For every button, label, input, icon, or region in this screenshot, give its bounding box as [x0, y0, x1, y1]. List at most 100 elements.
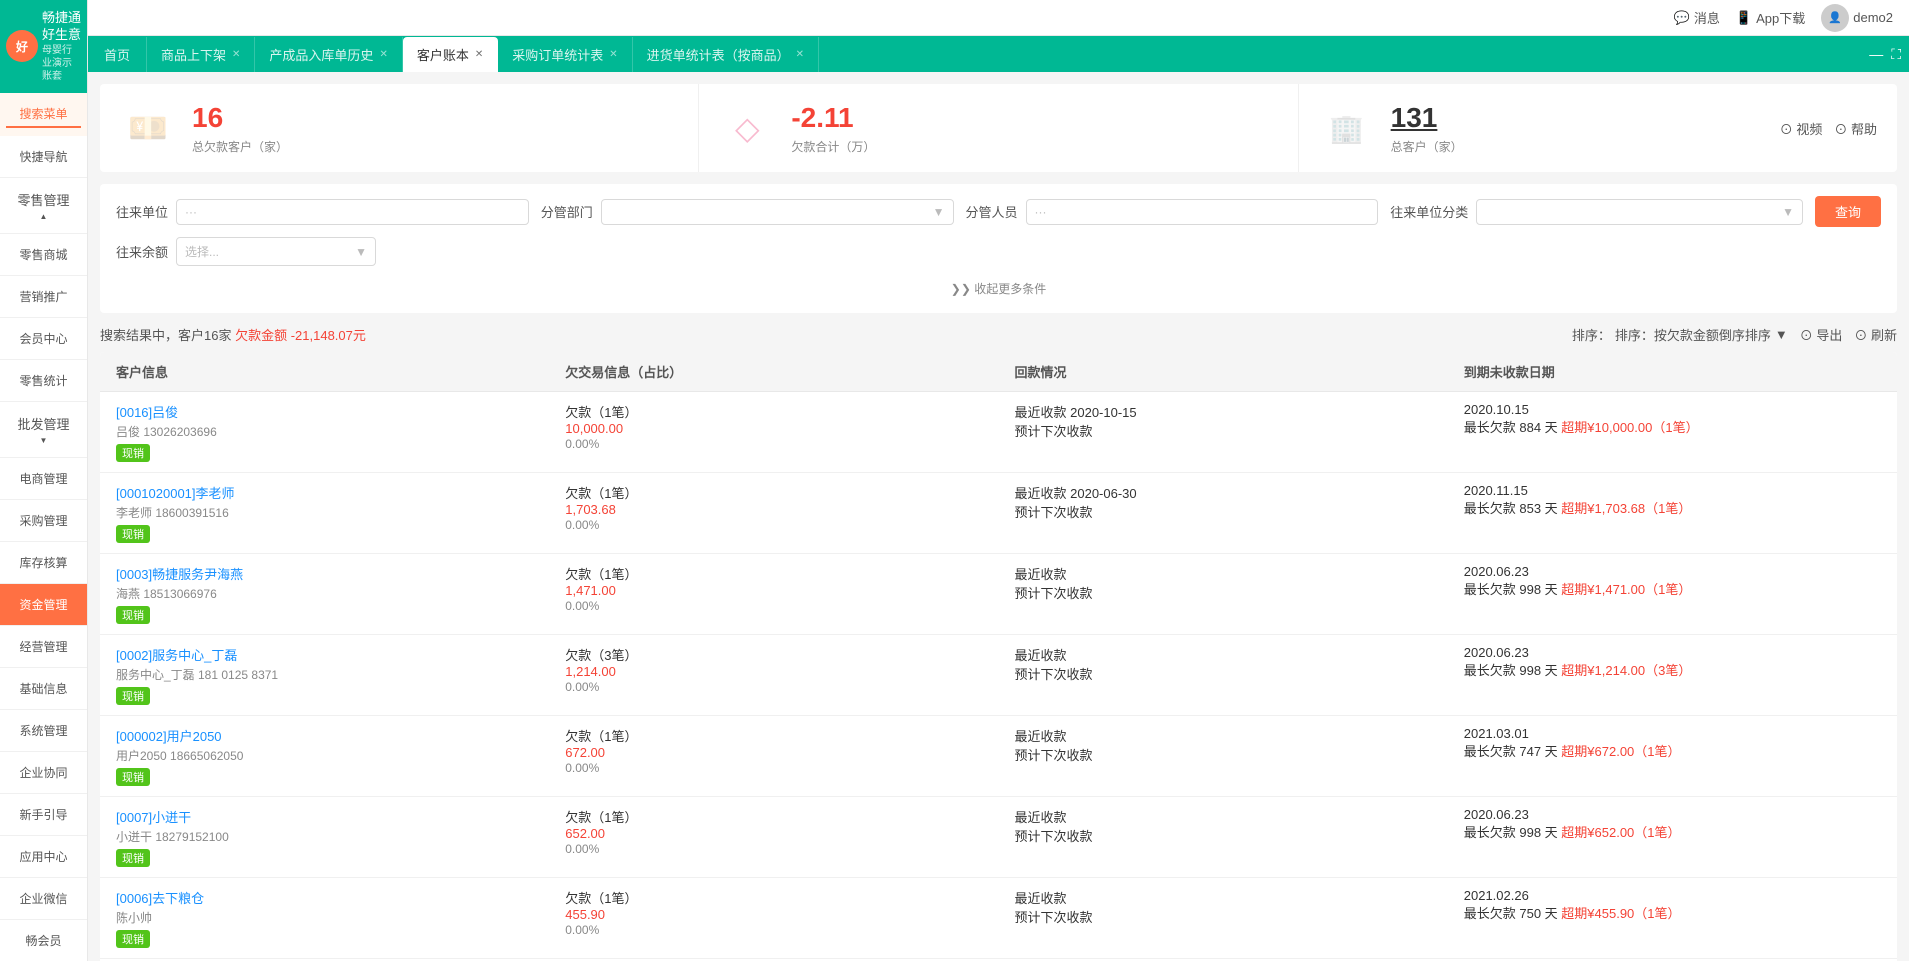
- stats-row: 💴 16 总欠款客户（家） ◇ -2.11 欠款合计（万） 🏢 131 总客户（…: [100, 84, 1897, 172]
- tab-purchase-order[interactable]: 采购订单统计表 ✕: [498, 37, 632, 72]
- logo-text: 畅捷通好生意 母婴行业演示账套: [42, 10, 81, 83]
- sidebar-item-member[interactable]: 会员中心: [0, 318, 87, 360]
- sidebar-item-retail-mgmt[interactable]: 零售管理▲: [0, 178, 87, 234]
- maximize-icon[interactable]: ⛶: [1891, 46, 1901, 63]
- tag-present: 现销: [116, 768, 150, 786]
- sidebar-search[interactable]: 搜索菜单: [0, 93, 87, 136]
- sidebar-item-app-center[interactable]: 应用中心: [0, 836, 87, 878]
- sidebar-item-purchase[interactable]: 采购管理: [0, 500, 87, 542]
- sort-select[interactable]: 排序：排序：按欠款金额倒序排序 ▼: [1572, 325, 1788, 344]
- filter-supplier: 往来单位 ···: [116, 199, 529, 225]
- tab-inventory-stats[interactable]: 进货单统计表（按商品） ✕: [633, 37, 819, 72]
- customer-info-cell: [0001020001]李老师 李老师 18600391516 现销: [100, 473, 549, 553]
- data-table: 客户信息 欠交易信息（占比） 回款情况 到期未收款日期 [0016]吕俊 吕俊 …: [100, 352, 1897, 961]
- stat-total-customers: 🏢 131 总客户（家） ⊙ 视频 ⊙ 帮助: [1299, 84, 1897, 172]
- sidebar-item-system[interactable]: 系统管理: [0, 710, 87, 752]
- customer-info-cell: [0006]去下粮仓 陈小帅 现销: [100, 878, 549, 958]
- filter-area: 往来单位 ··· 分管部门 ▼ 分管人员 ···: [100, 184, 1897, 313]
- due-date-cell: 2020.06.23 最长欠款 998 天 超期¥652.00（1笔）: [1448, 797, 1897, 877]
- col-due-date: 到期未收款日期: [1448, 352, 1897, 391]
- debt-info-cell: 欠款（1笔） 672.00 0.00%: [549, 716, 998, 796]
- sidebar-item-inventory[interactable]: 库存核算: [0, 542, 87, 584]
- col-customer-info: 客户信息: [100, 352, 549, 391]
- sidebar-item-enterprise-collab[interactable]: 企业协同: [0, 752, 87, 794]
- overdue-link[interactable]: 超期¥10,000.00（1笔）: [1561, 420, 1698, 435]
- filter-balance: 往来余额 选择... ▼: [116, 237, 1881, 266]
- tab-customer-account[interactable]: 客户账本 ✕: [403, 37, 498, 72]
- export-btn[interactable]: ⊙ 导出: [1800, 325, 1843, 344]
- overdue-link[interactable]: 超期¥1,214.00（3笔）: [1561, 663, 1691, 678]
- sidebar-item-newbie[interactable]: 新手引导: [0, 794, 87, 836]
- customer-info-cell: [000002]用户2050 用户2050 18665062050 现销: [100, 716, 549, 796]
- table-row: [0016]吕俊 吕俊 13026203696 现销 欠款（1笔） 10,000…: [100, 392, 1897, 473]
- app-download-btn[interactable]: 📱 App下载: [1736, 8, 1805, 27]
- sidebar-item-enterprise-wx[interactable]: 企业微信: [0, 878, 87, 920]
- help-btn[interactable]: ⊙ 帮助: [1834, 119, 1877, 138]
- tab-production-history[interactable]: 产成品入库单历史 ✕: [255, 37, 402, 72]
- customer-name[interactable]: [0003]畅捷服务尹海燕: [116, 564, 533, 583]
- customer-name[interactable]: [0007]小迸干: [116, 807, 533, 826]
- dept-label: 分管部门: [541, 202, 593, 221]
- sidebar-item-marketing[interactable]: 营销推广: [0, 276, 87, 318]
- sidebar-item-retail-stats[interactable]: 零售统计: [0, 360, 87, 402]
- close-icon[interactable]: ✕: [475, 49, 483, 60]
- tab-products-off[interactable]: 商品上下架 ✕: [147, 37, 255, 72]
- customer-name[interactable]: [0002]服务中心_丁磊: [116, 645, 533, 664]
- sidebar-item-ecommerce[interactable]: 电商管理: [0, 458, 87, 500]
- close-icon[interactable]: ✕: [379, 49, 387, 60]
- total-customers-label: 总客户（家）: [1391, 138, 1764, 155]
- customer-meta: 李老师 18600391516: [116, 504, 533, 521]
- filter-row-1: 往来单位 ··· 分管部门 ▼ 分管人员 ···: [116, 196, 1881, 227]
- customer-meta: 用户2050 18665062050: [116, 747, 533, 764]
- close-icon[interactable]: ✕: [609, 49, 617, 60]
- user-profile[interactable]: 👤 demo2: [1821, 4, 1893, 32]
- minimize-icon[interactable]: —: [1869, 46, 1883, 62]
- balance-select[interactable]: 选择... ▼: [176, 237, 376, 266]
- customer-name[interactable]: [0001020001]李老师: [116, 483, 533, 502]
- overdue-link[interactable]: 超期¥1,471.00（1笔）: [1561, 582, 1691, 597]
- message-icon: 💬: [1674, 10, 1690, 26]
- debt-info-cell: 欠款（1笔） 1,703.68 0.00%: [549, 473, 998, 553]
- download-icon: 📱: [1736, 10, 1752, 26]
- logo-icon: 好: [6, 30, 38, 62]
- overdue-link[interactable]: 超期¥1,703.68（1笔）: [1561, 501, 1691, 516]
- total-customers-icon: 🏢: [1319, 100, 1375, 156]
- supplier-input[interactable]: ···: [176, 199, 529, 225]
- customer-name[interactable]: [0016]吕俊: [116, 402, 533, 421]
- sidebar-item-batch-mgmt[interactable]: 批发管理▼: [0, 402, 87, 458]
- video-btn[interactable]: ⊙ 视频: [1780, 119, 1823, 138]
- close-icon[interactable]: ✕: [796, 49, 804, 60]
- refresh-btn[interactable]: ⊙ 刷新: [1854, 325, 1897, 344]
- customer-name[interactable]: [000002]用户2050: [116, 726, 533, 745]
- tab-home[interactable]: 首页: [88, 37, 147, 72]
- debt-info-cell: 欠款（1笔） 455.90 0.00%: [549, 878, 998, 958]
- customer-meta: 陈小帅: [116, 909, 533, 926]
- close-icon[interactable]: ✕: [232, 49, 240, 60]
- due-date-cell: 2020.06.23 最长欠款 998 天 超期¥1,471.00（1笔）: [1448, 554, 1897, 634]
- sidebar-item-quick-nav[interactable]: 快捷导航: [0, 136, 87, 178]
- sidebar-item-operations[interactable]: 经营管理: [0, 626, 87, 668]
- sidebar-item-smooth-member[interactable]: 畅会员: [0, 920, 87, 961]
- stat-total-customers-info: 131 总客户（家）: [1391, 102, 1764, 155]
- customer-name[interactable]: [0006]去下粮仓: [116, 888, 533, 907]
- debt-info-cell: 欠款（1笔） 10,000.00 0.00%: [549, 392, 998, 472]
- person-input[interactable]: ···: [1026, 199, 1379, 225]
- due-date-cell: 2020.06.23 最长欠款 998 天 超期¥1,214.00（3笔）: [1448, 635, 1897, 715]
- total-customers-number: 131: [1391, 102, 1764, 134]
- table-row: [0002]服务中心_丁磊 服务中心_丁磊 181 0125 8371 现销 欠…: [100, 635, 1897, 716]
- dept-select[interactable]: ▼: [601, 199, 954, 225]
- query-button[interactable]: 查询: [1815, 196, 1881, 227]
- collapse-btn[interactable]: ❯❯ 收起更多条件: [116, 276, 1881, 301]
- overdue-link[interactable]: 超期¥455.90（1笔）: [1561, 906, 1680, 921]
- overdue-link[interactable]: 超期¥652.00（1笔）: [1561, 825, 1680, 840]
- sidebar-item-finance[interactable]: 资金管理: [0, 584, 87, 626]
- due-date-cell: 2021.03.01 最长欠款 747 天 超期¥672.00（1笔）: [1448, 716, 1897, 796]
- avatar: 👤: [1821, 4, 1849, 32]
- overdue-link[interactable]: 超期¥672.00（1笔）: [1561, 744, 1680, 759]
- category-select[interactable]: ▼: [1476, 199, 1803, 225]
- customer-info-cell: [0002]服务中心_丁磊 服务中心_丁磊 181 0125 8371 现销: [100, 635, 549, 715]
- sidebar-item-basic[interactable]: 基础信息: [0, 668, 87, 710]
- message-btn[interactable]: 💬 消息: [1674, 8, 1720, 27]
- logo-area[interactable]: 好 畅捷通好生意 母婴行业演示账套: [0, 0, 87, 93]
- sidebar-item-retail-mall[interactable]: 零售商城: [0, 234, 87, 276]
